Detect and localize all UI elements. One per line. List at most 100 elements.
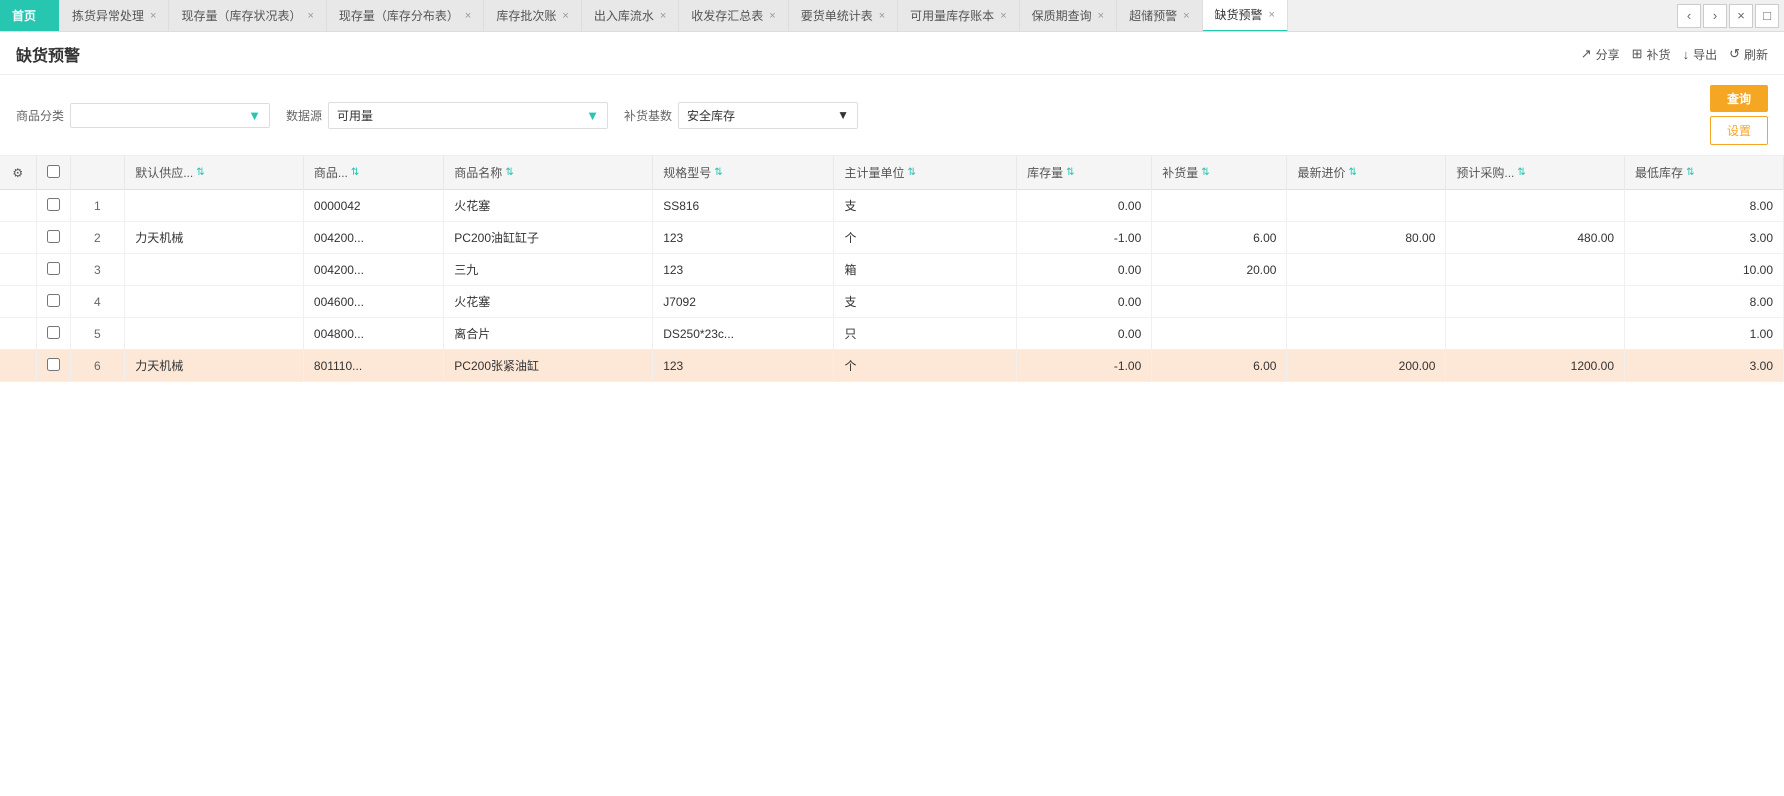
row-checkbox-0[interactable] (47, 198, 60, 211)
col-product-name[interactable]: 商品名称 ⇅ (444, 156, 653, 190)
row-checkbox-1[interactable] (47, 230, 60, 243)
row-checkbox-3[interactable] (47, 294, 60, 307)
tab-abnormal-close[interactable]: × (150, 10, 156, 22)
row-supplier-0 (125, 190, 304, 222)
row-supplier-1: 力天机械 (125, 222, 304, 254)
row-product-code-0: 0000042 (303, 190, 443, 222)
row-checkbox-cell-3[interactable] (36, 286, 70, 318)
tab-expiry-query[interactable]: 保质期查询 × (1020, 0, 1117, 32)
table-container: ⚙ 默认供应... ⇅ 商品... (0, 156, 1784, 382)
row-spec-3: J7092 (653, 286, 834, 318)
tab-close-btn[interactable]: × (1729, 4, 1753, 28)
row-unit-5: 个 (834, 350, 1017, 382)
tab-in-out-flow[interactable]: 出入库流水 × (582, 0, 679, 32)
row-checkbox-cell-5[interactable] (36, 350, 70, 382)
col-forecast-purchase[interactable]: 预计采购... ⇅ (1446, 156, 1625, 190)
select-all-checkbox[interactable] (47, 165, 60, 178)
col-replenish-qty[interactable]: 补货量 ⇅ (1152, 156, 1287, 190)
row-replenish-qty-1: 6.00 (1152, 222, 1287, 254)
tab-available-ledger[interactable]: 可用量库存账本 × (898, 0, 1019, 32)
tab-overstock-close[interactable]: × (1183, 10, 1189, 22)
row-min-stock-2: 10.00 (1625, 254, 1784, 286)
table-row: 4 004600... 火花塞 J7092 支 0.00 8.00 (0, 286, 1784, 318)
row-checkbox-2[interactable] (47, 262, 60, 275)
row-num-5: 6 (70, 350, 125, 382)
row-product-name-4: 离合片 (444, 318, 653, 350)
tab-shortage-label: 缺货预警 (1215, 6, 1263, 23)
tab-order-stats-close[interactable]: × (879, 10, 885, 22)
col-spec[interactable]: 规格型号 ⇅ (653, 156, 834, 190)
tab-inventory-dist[interactable]: 现存量（库存分布表） × (327, 0, 484, 32)
row-forecast-purchase-3 (1446, 286, 1625, 318)
row-replenish-qty-3 (1152, 286, 1287, 318)
col-spec-sort: ⇅ (714, 167, 722, 178)
tab-shortage-close[interactable]: × (1269, 9, 1275, 21)
row-latest-price-3 (1287, 286, 1446, 318)
gear-icon: ⚙ (12, 166, 23, 180)
tab-abnormal[interactable]: 拣货异常处理 × (60, 0, 169, 32)
col-spec-label: 规格型号 (663, 164, 711, 181)
col-latest-price-sort: ⇅ (1348, 167, 1356, 178)
tab-shortage[interactable]: 缺货预警 × (1203, 0, 1288, 32)
row-stock-2: 0.00 (1017, 254, 1152, 286)
filter-action-buttons: 查询 设置 (1710, 85, 1768, 145)
tab-order-stats-label: 要货单统计表 (801, 7, 873, 24)
tab-available-ledger-close[interactable]: × (1000, 10, 1006, 22)
row-min-stock-5: 3.00 (1625, 350, 1784, 382)
row-checkbox-4[interactable] (47, 326, 60, 339)
base-chevron: ▼ (837, 108, 849, 122)
tab-inventory-status-close[interactable]: × (307, 10, 313, 22)
col-replenish-qty-sort: ⇅ (1201, 167, 1209, 178)
tab-collect-summary-close[interactable]: × (769, 10, 775, 22)
base-select[interactable]: 安全库存 ▼ (678, 102, 858, 129)
tab-collect-summary[interactable]: 收发存汇总表 × (679, 0, 788, 32)
tab-inventory-status[interactable]: 现存量（库存状况表） × (169, 0, 326, 32)
row-checkbox-cell-2[interactable] (36, 254, 70, 286)
col-min-stock[interactable]: 最低库存 ⇅ (1625, 156, 1784, 190)
tab-expiry-query-close[interactable]: × (1098, 10, 1104, 22)
col-checkbox[interactable] (36, 156, 70, 190)
tab-batch-account-close[interactable]: × (562, 10, 568, 22)
row-supplier-5: 力天机械 (125, 350, 304, 382)
col-product-code[interactable]: 商品... ⇅ (303, 156, 443, 190)
col-unit[interactable]: 主计量单位 ⇅ (834, 156, 1017, 190)
query-button[interactable]: 查询 (1710, 85, 1768, 112)
col-stock[interactable]: 库存量 ⇅ (1017, 156, 1152, 190)
row-product-name-5: PC200张紧油缸 (444, 350, 653, 382)
tab-inventory-dist-close[interactable]: × (465, 10, 471, 22)
tab-overstock[interactable]: 超储预警 × (1117, 0, 1202, 32)
col-latest-price[interactable]: 最新进价 ⇅ (1287, 156, 1446, 190)
row-product-code-5: 801110... (303, 350, 443, 382)
tab-batch-account[interactable]: 库存批次账 × (484, 0, 581, 32)
row-checkbox-cell-0[interactable] (36, 190, 70, 222)
col-gear[interactable]: ⚙ (0, 156, 36, 190)
datasource-label: 数据源 (286, 107, 322, 124)
tab-maximize-btn[interactable]: □ (1755, 4, 1779, 28)
replenish-button[interactable]: ⊞ 补货 (1632, 46, 1671, 63)
share-button[interactable]: ↗ 分享 (1581, 46, 1620, 63)
tab-next-btn[interactable]: › (1703, 4, 1727, 28)
category-chevron: ▼ (248, 108, 261, 123)
tab-available-ledger-label: 可用量库存账本 (910, 7, 994, 24)
tab-in-out-flow-close[interactable]: × (660, 10, 666, 22)
tab-order-stats[interactable]: 要货单统计表 × (789, 0, 898, 32)
tab-batch-account-label: 库存批次账 (496, 7, 556, 24)
share-label: 分享 (1596, 46, 1620, 63)
tab-prev-btn[interactable]: ‹ (1677, 4, 1701, 28)
tab-home-label: 首页 (12, 7, 36, 24)
row-gear-3 (0, 286, 36, 318)
table-header-row: ⚙ 默认供应... ⇅ 商品... (0, 156, 1784, 190)
tab-abnormal-label: 拣货异常处理 (72, 7, 144, 24)
refresh-button[interactable]: ↺ 刷新 (1729, 46, 1768, 63)
datasource-select[interactable]: 可用量 ▼ (328, 102, 608, 129)
category-select[interactable]: ▼ (70, 103, 270, 128)
settings-button[interactable]: 设置 (1710, 116, 1768, 145)
row-checkbox-5[interactable] (47, 358, 60, 371)
col-default-supplier[interactable]: 默认供应... ⇅ (125, 156, 304, 190)
row-supplier-4 (125, 318, 304, 350)
tab-home[interactable]: 首页 (0, 0, 60, 32)
row-supplier-3 (125, 286, 304, 318)
row-checkbox-cell-4[interactable] (36, 318, 70, 350)
export-button[interactable]: ↓ 导出 (1683, 46, 1718, 63)
row-checkbox-cell-1[interactable] (36, 222, 70, 254)
